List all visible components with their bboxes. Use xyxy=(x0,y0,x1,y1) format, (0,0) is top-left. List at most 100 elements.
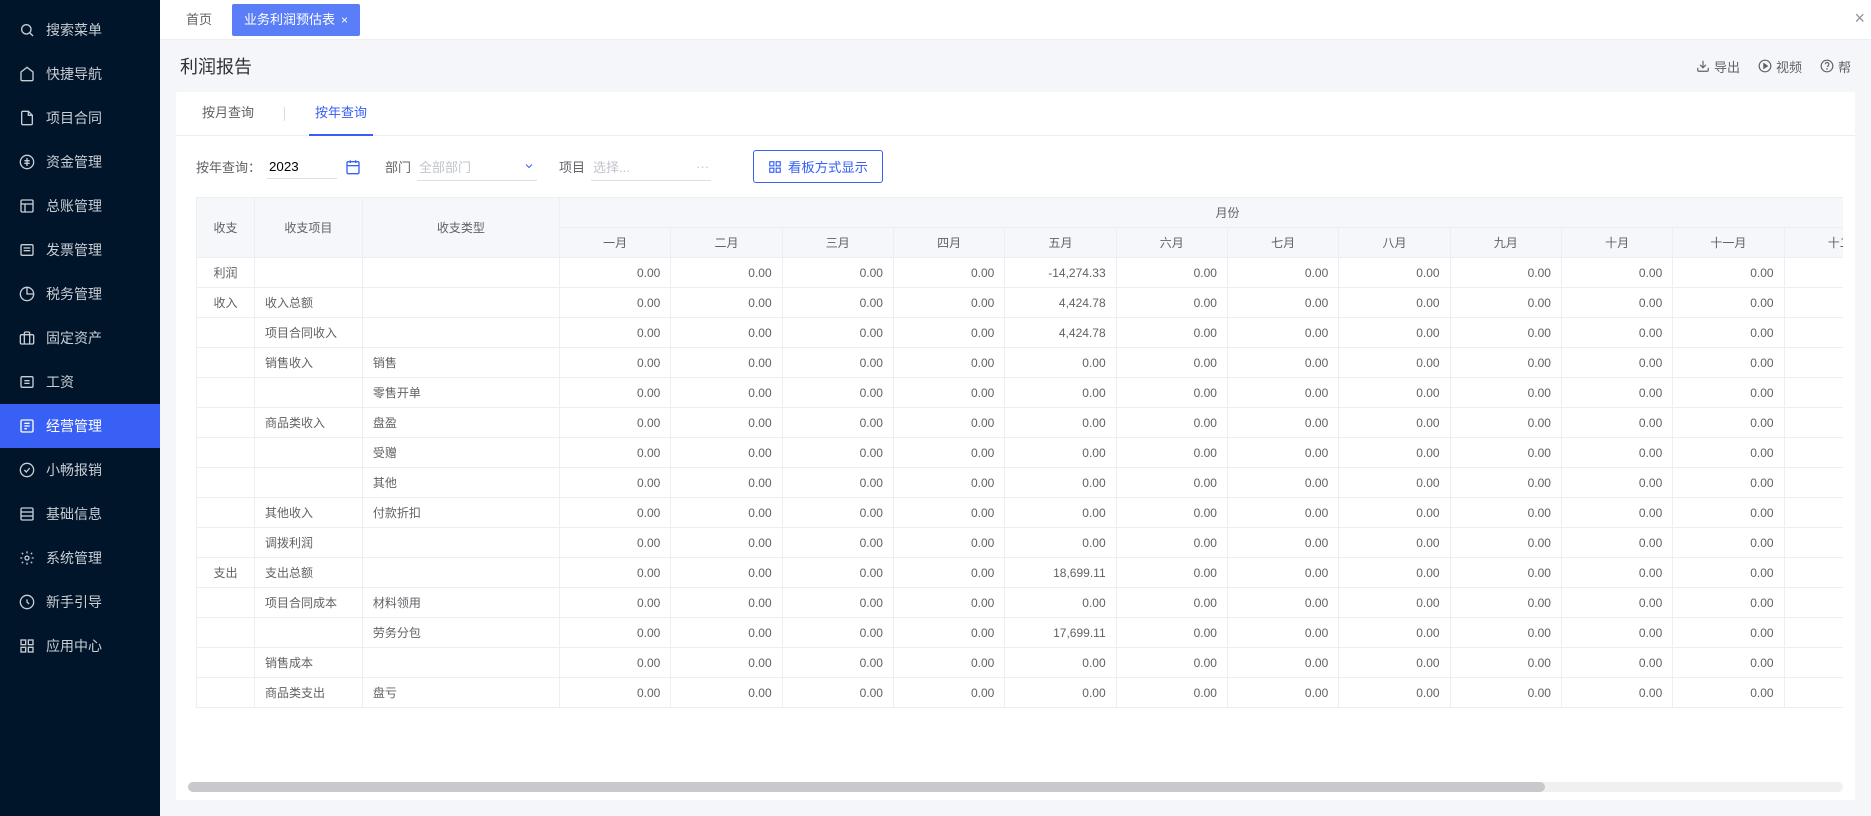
sidebar-item-guide[interactable]: 新手引导 xyxy=(0,580,160,624)
cell-category xyxy=(197,588,255,618)
cell-value: 0.00 xyxy=(1116,648,1227,678)
cell-value: 0.00 xyxy=(671,588,782,618)
content-card: 按月查询 按年查询 按年查询： 部门 全部部门 xyxy=(176,92,1855,800)
cell-value xyxy=(1784,618,1843,648)
operation-icon xyxy=(18,417,36,435)
export-button[interactable]: 导出 xyxy=(1696,57,1740,76)
cell-value: 0.00 xyxy=(893,258,1004,288)
query-tabs: 按月查询 按年查询 xyxy=(176,92,1855,136)
cell-value: 0.00 xyxy=(1561,588,1672,618)
page-actions: 导出 视频 帮 xyxy=(1696,57,1851,76)
tab-active[interactable]: 业务利润预估表 × xyxy=(232,4,360,36)
h-scrollbar-track[interactable] xyxy=(188,782,1843,792)
cell-category xyxy=(197,618,255,648)
cell-value: 0.00 xyxy=(1116,588,1227,618)
cell-value: 0.00 xyxy=(559,378,670,408)
cell-value: 0.00 xyxy=(1116,468,1227,498)
cell-value xyxy=(1784,288,1843,318)
cell-value: 0.00 xyxy=(1673,468,1784,498)
sidebar-item-label: 新手引导 xyxy=(46,592,102,612)
cell-value: 0.00 xyxy=(1005,678,1116,708)
close-icon[interactable]: × xyxy=(341,4,348,36)
sidebar-item-fund[interactable]: 资金管理 xyxy=(0,140,160,184)
cell-value: 0.00 xyxy=(1339,258,1450,288)
cell-value: 0.00 xyxy=(1339,348,1450,378)
tab-home[interactable]: 首页 xyxy=(172,0,226,40)
cell-value: 0.00 xyxy=(782,678,893,708)
cell-value: 0.00 xyxy=(1339,408,1450,438)
cell-item: 项目合同收入 xyxy=(254,318,362,348)
cell-category xyxy=(197,408,255,438)
project-select[interactable]: 选择... ··· xyxy=(591,153,711,181)
export-icon xyxy=(1696,59,1710,73)
sidebar-item-ledger[interactable]: 总账管理 xyxy=(0,184,160,228)
cell-category: 支出 xyxy=(197,558,255,588)
sidebar-item-salary[interactable]: 工资 xyxy=(0,360,160,404)
cell-value: 0.00 xyxy=(1450,648,1561,678)
help-button[interactable]: 帮 xyxy=(1820,57,1851,76)
cell-value: 0.00 xyxy=(559,588,670,618)
table-row: 项目合同成本材料领用0.000.000.000.000.000.000.000.… xyxy=(197,588,1844,618)
video-button[interactable]: 视频 xyxy=(1758,57,1802,76)
table-head: 收支 收支项目 收支类型 月份 一月二月三月四月五月六月七月八月九月十月十一月十… xyxy=(197,198,1844,258)
sidebar-item-operation[interactable]: 经营管理 xyxy=(0,404,160,448)
cell-value: 0.00 xyxy=(1450,498,1561,528)
tab-year-query[interactable]: 按年查询 xyxy=(309,91,373,135)
cell-category xyxy=(197,678,255,708)
sidebar-item-contract[interactable]: 项目合同 xyxy=(0,96,160,140)
th-type: 收支类型 xyxy=(362,198,559,258)
cell-value: 0.00 xyxy=(1450,468,1561,498)
cell-value: 0.00 xyxy=(782,318,893,348)
h-scrollbar-thumb[interactable] xyxy=(188,782,1545,792)
cell-value xyxy=(1784,408,1843,438)
cell-item: 支出总额 xyxy=(254,558,362,588)
sidebar-item-search[interactable]: 搜索菜单 xyxy=(0,8,160,52)
cell-value: 0.00 xyxy=(1116,528,1227,558)
year-input[interactable] xyxy=(267,155,337,179)
close-all-icon[interactable]: × xyxy=(1854,8,1865,29)
grid-icon xyxy=(768,160,782,174)
cell-value: 0.00 xyxy=(1227,678,1338,708)
cell-category xyxy=(197,648,255,678)
sidebar-item-reimburse[interactable]: 小畅报销 xyxy=(0,448,160,492)
cell-value: 0.00 xyxy=(893,288,1004,318)
sidebar-item-label: 固定资产 xyxy=(46,328,102,348)
cell-value: 0.00 xyxy=(671,648,782,678)
calendar-icon[interactable] xyxy=(343,157,363,177)
sidebar-item-appcenter[interactable]: 应用中心 xyxy=(0,624,160,668)
sidebar-item-quicknav[interactable]: 快捷导航 xyxy=(0,52,160,96)
th-month-2: 二月 xyxy=(671,228,782,258)
cell-value: 0.00 xyxy=(1339,288,1450,318)
cell-value: 0.00 xyxy=(782,288,893,318)
cell-value: 0.00 xyxy=(1561,498,1672,528)
sidebar-item-system[interactable]: 系统管理 xyxy=(0,536,160,580)
sidebar-item-asset[interactable]: 固定资产 xyxy=(0,316,160,360)
cell-value: 0.00 xyxy=(1339,498,1450,528)
sidebar-item-invoice[interactable]: 发票管理 xyxy=(0,228,160,272)
cell-value: 0.00 xyxy=(1673,438,1784,468)
tab-month-query[interactable]: 按月查询 xyxy=(196,91,260,135)
sidebar-item-basic[interactable]: 基础信息 xyxy=(0,492,160,536)
cell-value: 0.00 xyxy=(559,558,670,588)
cell-value: 0.00 xyxy=(893,468,1004,498)
dept-select[interactable]: 全部部门 xyxy=(417,153,537,181)
cell-value: 0.00 xyxy=(1673,408,1784,438)
cell-value: 0.00 xyxy=(1450,438,1561,468)
cell-value: 0.00 xyxy=(1673,588,1784,618)
table-container[interactable]: 收支 收支项目 收支类型 月份 一月二月三月四月五月六月七月八月九月十月十一月十… xyxy=(188,197,1843,770)
table-row: 调拨利润0.000.000.000.000.000.000.000.000.00… xyxy=(197,528,1844,558)
sidebar-item-tax[interactable]: 税务管理 xyxy=(0,272,160,316)
salary-icon xyxy=(18,373,36,391)
th-month-6: 六月 xyxy=(1116,228,1227,258)
table-row: 销售收入销售0.000.000.000.000.000.000.000.000.… xyxy=(197,348,1844,378)
cell-value: 0.00 xyxy=(671,528,782,558)
cell-value: 0.00 xyxy=(559,348,670,378)
project-filter: 项目 选择... ··· xyxy=(559,153,711,181)
cell-value xyxy=(1784,378,1843,408)
cell-value: 17,699.11 xyxy=(1005,618,1116,648)
cell-type: 盘亏 xyxy=(362,678,559,708)
cell-value: 0.00 xyxy=(893,318,1004,348)
cell-value: 0.00 xyxy=(1561,258,1672,288)
cell-value: 0.00 xyxy=(1561,468,1672,498)
kanban-view-button[interactable]: 看板方式显示 xyxy=(753,150,883,183)
